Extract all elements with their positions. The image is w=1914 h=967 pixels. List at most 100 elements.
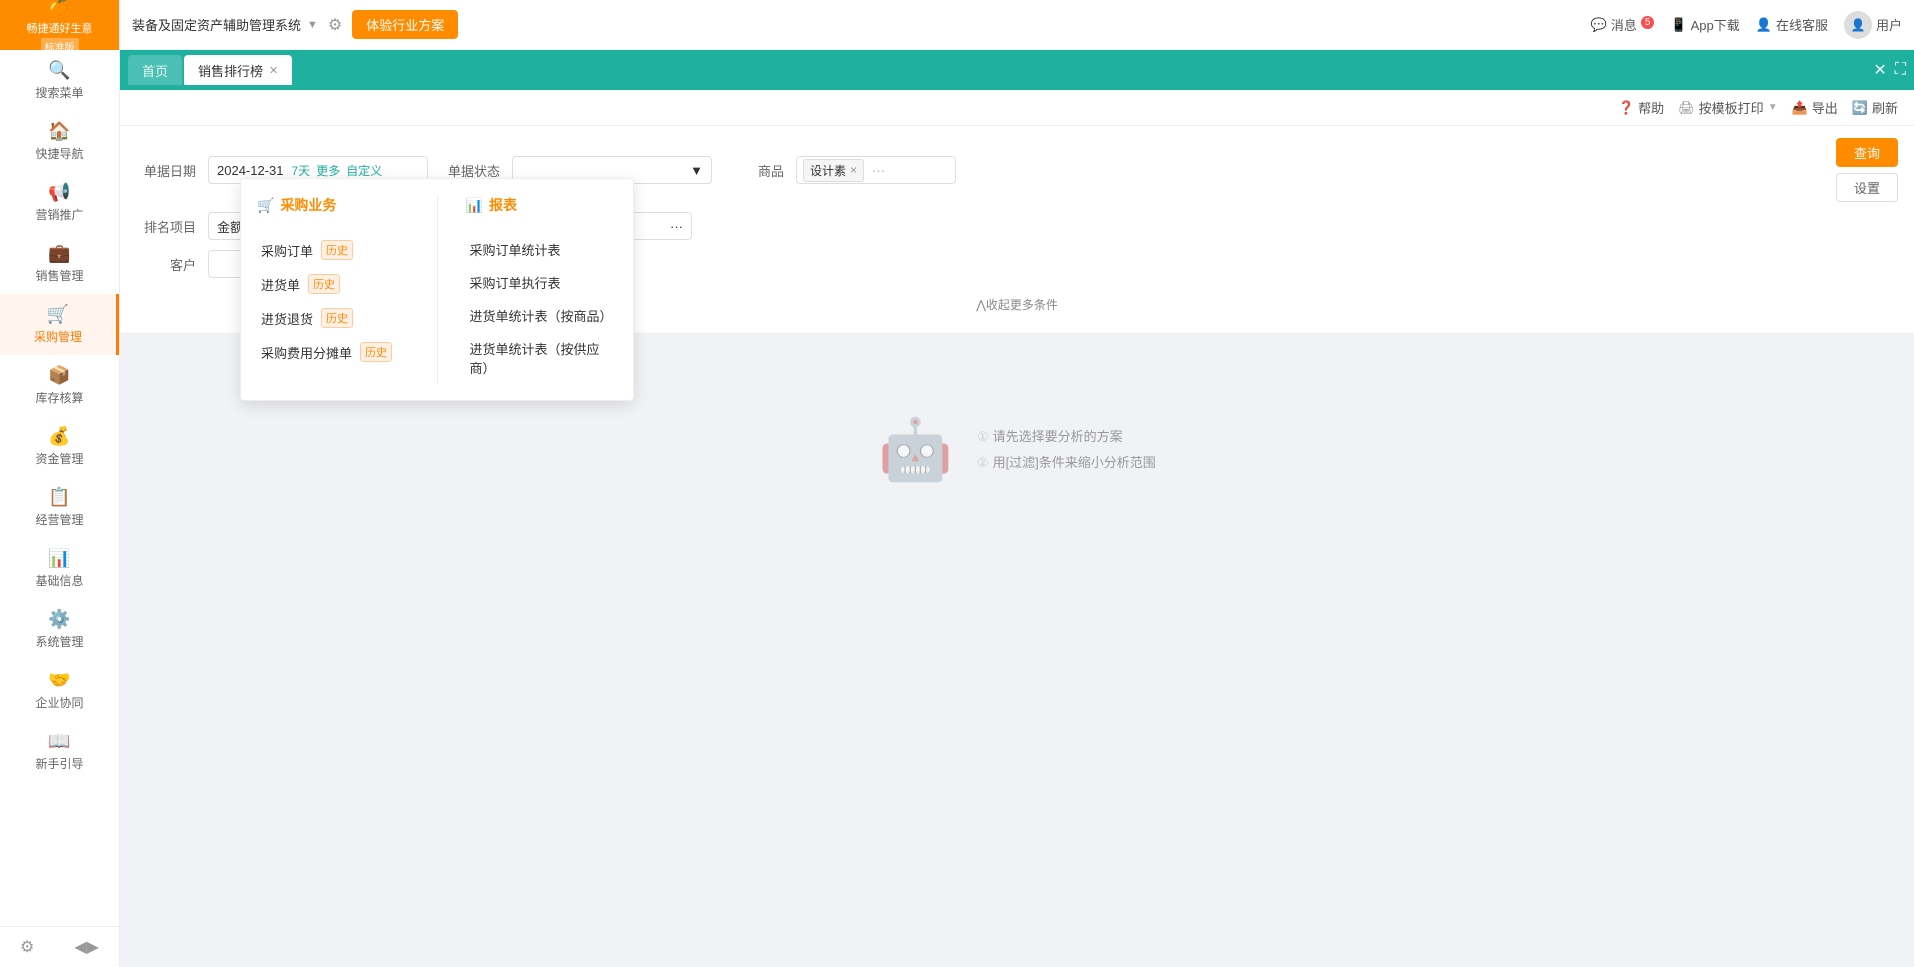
sidebar-item-cooperation[interactable]: 🤝 企业协同: [0, 660, 119, 721]
shortcut-more[interactable]: 更多: [316, 162, 340, 179]
tab-close-icon[interactable]: ✕: [269, 64, 278, 77]
collapse-sidebar-btn[interactable]: ◀▶: [74, 937, 99, 957]
sidebar-item-finance[interactable]: 💰 资金管理: [0, 416, 119, 477]
shortcut-7days[interactable]: 7天: [292, 162, 311, 179]
report-section-title: 📊 报表: [466, 195, 618, 221]
export-label: 导出: [1812, 98, 1838, 117]
sidebar-item-quick-nav-label: 快捷导航: [35, 145, 83, 162]
sidebar-item-system-label: 系统管理: [35, 633, 83, 650]
settings-gear-btn[interactable]: ⚙: [328, 15, 342, 35]
sidebar-item-cooperation-label: 企业协同: [35, 694, 83, 711]
settings-button[interactable]: 设置: [1836, 173, 1898, 202]
user-btn[interactable]: 👤 用户: [1844, 11, 1902, 39]
avatar-text: 👤: [1851, 18, 1866, 32]
sidebar-item-search-label: 搜索菜单: [35, 84, 83, 101]
print-arrow-icon: ▼: [1768, 102, 1778, 113]
goods-dots-icon[interactable]: ···: [872, 163, 885, 178]
sales-icon: 💼: [48, 243, 70, 264]
sidebar-item-sales[interactable]: 💼 销售管理: [0, 233, 119, 294]
section-divider: [437, 195, 438, 384]
refresh-icon: 🔄: [1852, 100, 1868, 116]
incoming-return-history-badge: 历史: [321, 308, 353, 328]
print-icon: 🖨: [1678, 100, 1695, 116]
date-value: 2024-12-31: [217, 163, 284, 178]
sidebar-item-sales-label: 销售管理: [35, 267, 83, 284]
incoming-return-item[interactable]: 进货退货 历史: [257, 301, 409, 335]
incoming-stats-supplier-item[interactable]: 进货单统计表（按供应商）: [466, 332, 618, 384]
help-label: 帮助: [1638, 98, 1664, 117]
incoming-goods-item[interactable]: 进货单 历史: [257, 267, 409, 301]
system-title: 装备及固定资产辅助管理系统 ▼: [132, 15, 318, 34]
purchase-order-exec-label: 采购订单执行表: [470, 273, 561, 292]
status-label: 单据状态: [440, 161, 500, 180]
salesman-dots-icon[interactable]: ···: [670, 219, 683, 234]
help-icon: ❓: [1618, 100, 1634, 116]
purchase-order-exec-item[interactable]: 采购订单执行表: [466, 266, 618, 299]
goods-tag-close-icon[interactable]: ×: [850, 163, 857, 177]
app-logo: 🍊 畅捷通好生意 标准版: [0, 0, 119, 50]
tab-sales-rank-label: 销售排行榜: [198, 61, 263, 80]
filter-action-btns: 查询 设置: [1836, 138, 1898, 202]
goods-tag: 设计素 ×: [803, 159, 864, 182]
sidebar-item-stock[interactable]: 📦 库存核算: [0, 355, 119, 416]
collapse-label: 收起更多条件: [986, 296, 1058, 313]
header-right: 💬 消息 5 📱 App下载 👤 在线客服 👤 用户: [1591, 11, 1902, 39]
print-label: 按模板打印: [1699, 98, 1764, 117]
sidebar-item-stock-label: 库存核算: [35, 389, 83, 406]
purchase-section-icon: 🛒: [257, 197, 274, 214]
trial-button[interactable]: 体验行业方案: [352, 10, 458, 39]
incoming-stats-goods-item[interactable]: 进货单统计表（按商品）: [466, 299, 618, 332]
sidebar-item-guide-label: 新手引导: [35, 755, 83, 772]
online-service-label: 在线客服: [1776, 15, 1828, 34]
sidebar-item-marketing-label: 营销推广: [35, 206, 83, 223]
app-download-btn[interactable]: 📱 App下载: [1670, 15, 1739, 34]
purchase-expense-history-badge: 历史: [360, 342, 392, 362]
settings-bottom-btn[interactable]: ⚙: [20, 937, 34, 957]
refresh-label: 刷新: [1872, 98, 1898, 117]
refresh-btn[interactable]: 🔄 刷新: [1852, 98, 1898, 117]
sidebar-item-base-info[interactable]: 📊 基础信息: [0, 538, 119, 599]
shortcut-custom[interactable]: 自定义: [346, 162, 382, 179]
message-btn[interactable]: 💬 消息 5: [1591, 15, 1655, 34]
export-icon: 📤: [1792, 100, 1808, 116]
tab-sales-rank[interactable]: 销售排行榜 ✕: [184, 55, 292, 85]
purchase-order-history-badge: 历史: [321, 240, 353, 260]
toolbar: ❓ 帮助 🖨 按模板打印 ▼ 📤 导出 🔄 刷新: [120, 90, 1914, 126]
help-btn[interactable]: ❓ 帮助: [1618, 98, 1664, 117]
purchase-order-stats-item[interactable]: 采购订单统计表: [466, 233, 618, 266]
export-btn[interactable]: 📤 导出: [1792, 98, 1838, 117]
sidebar-item-system[interactable]: ⚙️ 系统管理: [0, 599, 119, 660]
sidebar-item-marketing[interactable]: 📢 营销推广: [0, 172, 119, 233]
print-btn[interactable]: 🖨 按模板打印 ▼: [1678, 98, 1777, 117]
sidebar-item-quick-nav[interactable]: 🏠 快捷导航: [0, 111, 119, 172]
tab-home[interactable]: 首页: [128, 55, 182, 85]
tab-close-all-icon[interactable]: ✕: [1873, 60, 1886, 80]
sidebar-item-search[interactable]: 🔍 搜索菜单: [0, 50, 119, 111]
purchase-section-title: 🛒 采购业务: [257, 195, 409, 221]
report-section-label: 报表: [489, 195, 517, 215]
app-download-label: App下载: [1691, 15, 1740, 34]
sidebar-item-finance-label: 资金管理: [35, 450, 83, 467]
report-section-icon: 📊: [466, 197, 483, 214]
query-button[interactable]: 查询: [1836, 138, 1898, 167]
goods-tag-text: 设计素: [810, 162, 846, 179]
sidebar-item-purchase[interactable]: 🛒 采购管理: [0, 294, 119, 355]
avatar: 👤: [1844, 11, 1872, 39]
goods-select[interactable]: 设计素 × ···: [796, 156, 956, 184]
message-badge: 5: [1641, 16, 1655, 29]
home-icon: 🏠: [48, 121, 70, 142]
purchase-order-item[interactable]: 采购订单 历史: [257, 233, 409, 267]
empty-hints: 请先选择要分析的方案 用[过滤]条件来缩小分析范围: [977, 424, 1156, 476]
sidebar: 🍊 畅捷通好生意 标准版 🔍 搜索菜单 🏠 快捷导航 📢 营销推广 💼 销售管理…: [0, 0, 120, 967]
tab-home-label: 首页: [142, 61, 168, 80]
purchase-expense-item[interactable]: 采购费用分摊单 历史: [257, 335, 409, 369]
sidebar-item-guide[interactable]: 📖 新手引导: [0, 721, 119, 782]
purchase-order-stats-label: 采购订单统计表: [470, 240, 561, 259]
sidebar-item-operations[interactable]: 📋 经营管理: [0, 477, 119, 538]
tab-expand-icon[interactable]: ⛶: [1895, 61, 1906, 79]
date-shortcuts: 7天 更多 自定义: [292, 162, 383, 179]
online-service-btn[interactable]: 👤 在线客服: [1756, 15, 1828, 34]
main-area: 装备及固定资产辅助管理系统 ▼ ⚙ 体验行业方案 💬 消息 5 📱 App下载 …: [120, 0, 1914, 967]
stock-icon: 📦: [48, 365, 70, 386]
dropdown-report-section: 📊 报表 采购订单统计表 采购订单执行表 进货单统计表（按商品） 进货单统计表（…: [466, 195, 618, 384]
